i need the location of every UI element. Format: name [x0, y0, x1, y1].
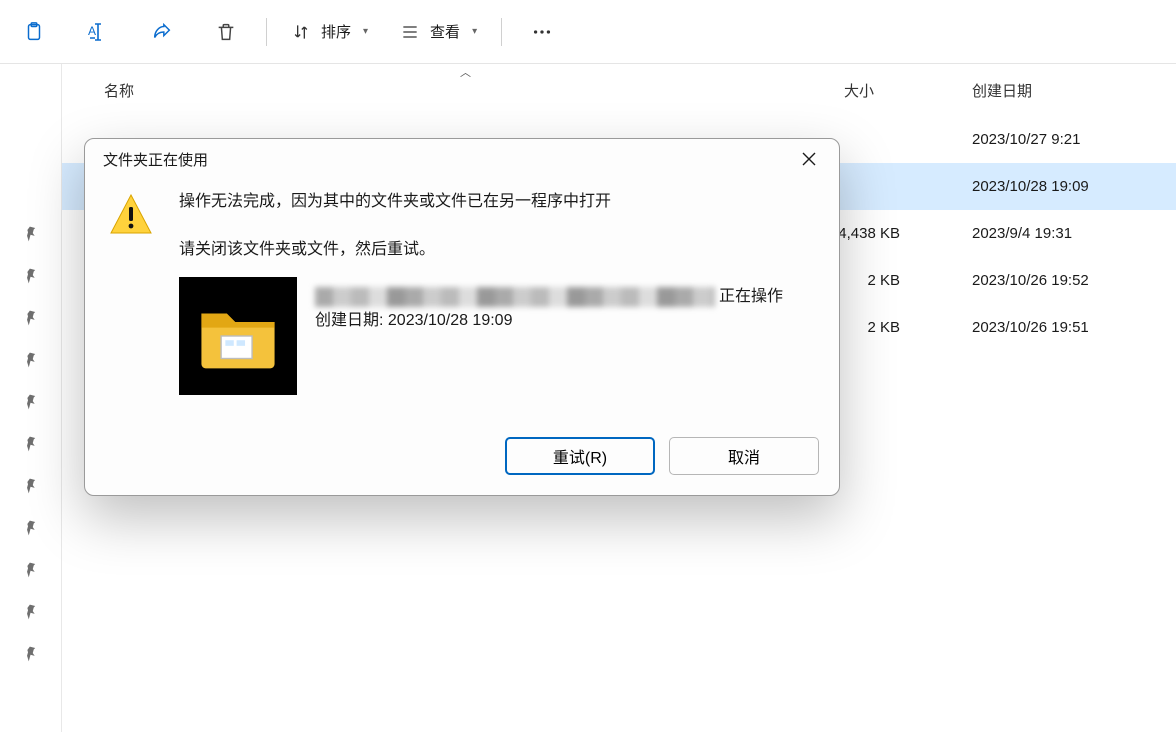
dialog-titlebar: 文件夹正在使用: [85, 139, 839, 179]
pinned-item[interactable]: [18, 557, 43, 582]
svg-text:A: A: [88, 24, 96, 38]
chevron-down-icon: ▾: [472, 26, 477, 37]
pinned-item[interactable]: [18, 473, 43, 498]
redacted-filename: [315, 287, 715, 307]
dialog-message-1: 操作无法完成，因为其中的文件夹或文件已在另一程序中打开: [179, 187, 817, 211]
toolbar-separator: [266, 18, 267, 46]
main-area: ︿ 名称 大小 创建日期 2023/10/27 9:212023/10/28 1…: [0, 64, 1176, 732]
toolbar: A 排序 ▾ 查看 ▾: [0, 0, 1176, 64]
sort-menu[interactable]: 排序 ▾: [277, 8, 382, 56]
pinned-item[interactable]: [18, 515, 43, 540]
more-button[interactable]: [512, 8, 572, 56]
close-button[interactable]: [795, 145, 823, 173]
chevron-down-icon: ▾: [363, 26, 368, 37]
created-value: 2023/10/28 19:09: [388, 312, 513, 329]
paste-button[interactable]: [4, 8, 64, 56]
created-label: 创建日期:: [315, 312, 388, 329]
dialog-message-2: 请关闭该文件夹或文件，然后重试。: [179, 235, 817, 259]
pinned-item[interactable]: [18, 389, 43, 414]
warning-icon: [107, 191, 155, 395]
toolbar-separator: [501, 18, 502, 46]
item-suffix: 正在操作: [719, 288, 783, 305]
pinned-item[interactable]: [18, 347, 43, 372]
folder-thumbnail: [179, 277, 297, 395]
pinned-item[interactable]: [18, 641, 43, 666]
dialog-body: 操作无法完成，因为其中的文件夹或文件已在另一程序中打开 请关闭该文件夹或文件，然…: [85, 179, 839, 395]
pinned-item[interactable]: [18, 221, 43, 246]
cancel-button[interactable]: 取消: [669, 437, 819, 475]
rename-button[interactable]: A: [68, 8, 128, 56]
file-list-pane: ︿ 名称 大小 创建日期 2023/10/27 9:212023/10/28 1…: [62, 64, 1176, 732]
delete-button[interactable]: [196, 8, 256, 56]
pinned-item[interactable]: [18, 263, 43, 288]
pinned-item[interactable]: [18, 305, 43, 330]
dialog-text: 操作无法完成，因为其中的文件夹或文件已在另一程序中打开 请关闭该文件夹或文件，然…: [179, 183, 817, 395]
view-icon: [400, 22, 420, 42]
pinned-item[interactable]: [18, 599, 43, 624]
sidebar: [0, 64, 62, 732]
pinned-item[interactable]: [18, 431, 43, 456]
sort-label: 排序: [321, 21, 351, 42]
share-button[interactable]: [132, 8, 192, 56]
retry-button[interactable]: 重试(R): [505, 437, 655, 475]
sort-icon: [291, 22, 311, 42]
dialog-backdrop: 文件夹正在使用 操作无法完成，因为其中的文件夹或文件已在另一程: [62, 64, 1176, 732]
dialog-buttons: 重试(R) 取消: [85, 437, 839, 495]
view-label: 查看: [430, 21, 460, 42]
dialog-item: 正在操作 创建日期: 2023/10/28 19:09: [179, 277, 817, 395]
dialog-item-text: 正在操作 创建日期: 2023/10/28 19:09: [315, 277, 783, 333]
view-menu[interactable]: 查看 ▾: [386, 8, 491, 56]
folder-in-use-dialog: 文件夹正在使用 操作无法完成，因为其中的文件夹或文件已在另一程: [84, 138, 840, 496]
dialog-title: 文件夹正在使用: [103, 149, 208, 170]
